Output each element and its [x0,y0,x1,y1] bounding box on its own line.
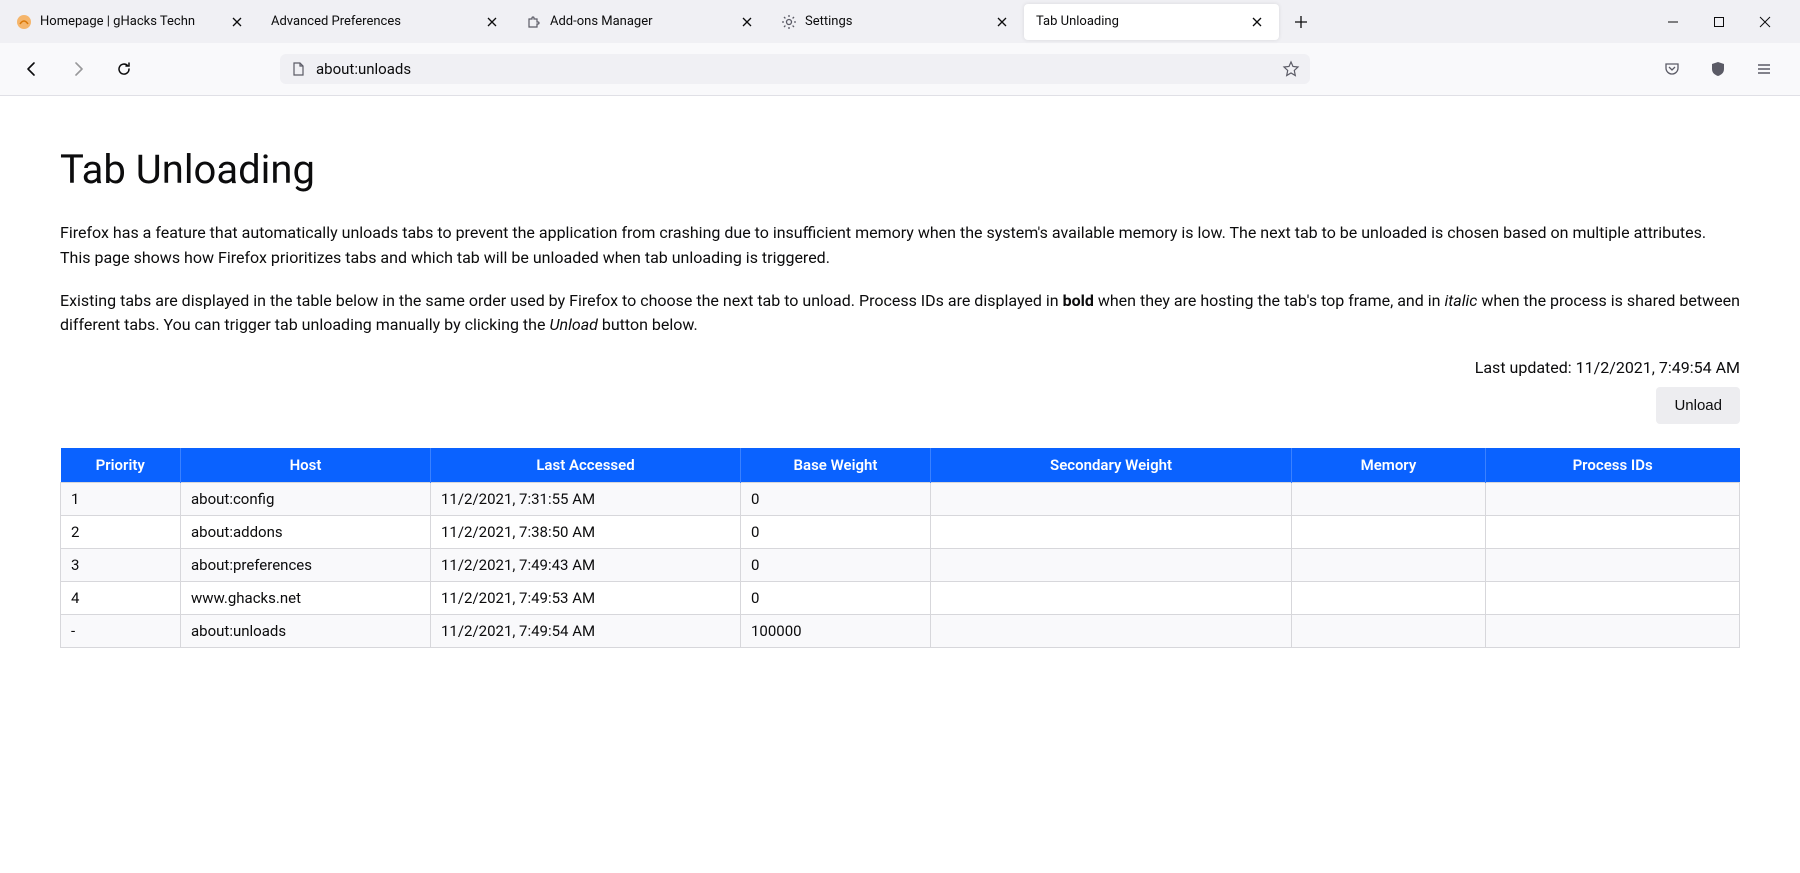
table-header-row: Priority Host Last Accessed Base Weight … [61,448,1740,483]
gear-icon [781,14,797,30]
col-process-ids: Process IDs [1485,448,1739,483]
forward-button[interactable] [62,53,94,85]
close-icon[interactable] [482,12,502,32]
cell-mem [1292,516,1486,549]
tab-settings[interactable]: Settings [769,4,1024,40]
cell-base: 0 [741,483,931,516]
cell-sec [931,615,1292,648]
cell-mem [1292,582,1486,615]
cell-priority: 1 [61,483,181,516]
cell-pid [1485,483,1739,516]
close-icon[interactable] [1247,12,1267,32]
cell-base: 100000 [741,615,931,648]
cell-host: about:config [181,483,431,516]
cell-host: about:addons [181,516,431,549]
cell-last: 11/2/2021, 7:49:53 AM [431,582,741,615]
cell-last: 11/2/2021, 7:31:55 AM [431,483,741,516]
tab-label: Homepage | gHacks Techn [40,14,219,29]
bookmark-icon[interactable] [1282,60,1300,78]
table-row: 1about:config11/2/2021, 7:31:55 AM0 [61,483,1740,516]
shield-icon[interactable] [1702,53,1734,85]
browser-tabbar: Homepage | gHacks Techn Advanced Prefere… [0,0,1800,43]
window-controls [1642,8,1796,36]
cell-host: www.ghacks.net [181,582,431,615]
close-window-button[interactable] [1748,8,1782,36]
puzzle-icon [526,14,542,30]
cell-host: about:unloads [181,615,431,648]
table-row: 3about:preferences11/2/2021, 7:49:43 AM0 [61,549,1740,582]
page-description: Firefox has a feature that automatically… [60,221,1740,338]
col-last-accessed: Last Accessed [431,448,741,483]
page-icon [290,61,306,77]
close-icon[interactable] [992,12,1012,32]
reload-button[interactable] [108,53,140,85]
ghacks-favicon [16,14,32,30]
cell-priority: 4 [61,582,181,615]
page-content: Tab Unloading Firefox has a feature that… [0,96,1800,688]
cell-last: 11/2/2021, 7:49:43 AM [431,549,741,582]
col-secondary-weight: Secondary Weight [931,448,1292,483]
close-icon[interactable] [227,12,247,32]
cell-host: about:preferences [181,549,431,582]
menu-icon[interactable] [1748,53,1780,85]
cell-last: 11/2/2021, 7:38:50 AM [431,516,741,549]
browser-toolbar: about:unloads [0,43,1800,96]
cell-pid [1485,582,1739,615]
col-host: Host [181,448,431,483]
maximize-button[interactable] [1702,8,1736,36]
cell-priority: 3 [61,549,181,582]
table-row: 4www.ghacks.net11/2/2021, 7:49:53 AM0 [61,582,1740,615]
tab-unloading[interactable]: Tab Unloading [1024,4,1279,40]
col-base-weight: Base Weight [741,448,931,483]
pocket-icon[interactable] [1656,53,1688,85]
url-bar[interactable]: about:unloads [280,54,1310,84]
close-icon[interactable] [737,12,757,32]
cell-priority: - [61,615,181,648]
col-memory: Memory [1292,448,1486,483]
cell-pid [1485,615,1739,648]
cell-pid [1485,549,1739,582]
minimize-button[interactable] [1656,8,1690,36]
cell-priority: 2 [61,516,181,549]
page-title: Tab Unloading [60,146,1740,193]
new-tab-button[interactable] [1283,4,1319,40]
table-row: -about:unloads11/2/2021, 7:49:54 AM10000… [61,615,1740,648]
cell-sec [931,582,1292,615]
cell-mem [1292,483,1486,516]
unload-button[interactable]: Unload [1656,387,1740,424]
tab-label: Settings [805,14,984,29]
cell-sec [931,516,1292,549]
tab-advanced-preferences[interactable]: Advanced Preferences [259,4,514,40]
tab-label: Advanced Preferences [271,14,474,29]
back-button[interactable] [16,53,48,85]
cell-last: 11/2/2021, 7:49:54 AM [431,615,741,648]
table-row: 2about:addons11/2/2021, 7:38:50 AM0 [61,516,1740,549]
tab-ghacks[interactable]: Homepage | gHacks Techn [4,4,259,40]
url-text: about:unloads [316,60,1272,78]
description-paragraph-1: Firefox has a feature that automatically… [60,221,1740,271]
last-updated: Last updated: 11/2/2021, 7:49:54 AM [60,358,1740,377]
cell-pid [1485,516,1739,549]
col-priority: Priority [61,448,181,483]
cell-base: 0 [741,516,931,549]
cell-sec [931,549,1292,582]
cell-mem [1292,615,1486,648]
tab-label: Tab Unloading [1036,14,1239,29]
cell-sec [931,483,1292,516]
tabs-table: Priority Host Last Accessed Base Weight … [60,448,1740,648]
cell-base: 0 [741,582,931,615]
description-paragraph-2: Existing tabs are displayed in the table… [60,289,1740,339]
tab-label: Add-ons Manager [550,14,729,29]
cell-mem [1292,549,1486,582]
tab-addons-manager[interactable]: Add-ons Manager [514,4,769,40]
cell-base: 0 [741,549,931,582]
